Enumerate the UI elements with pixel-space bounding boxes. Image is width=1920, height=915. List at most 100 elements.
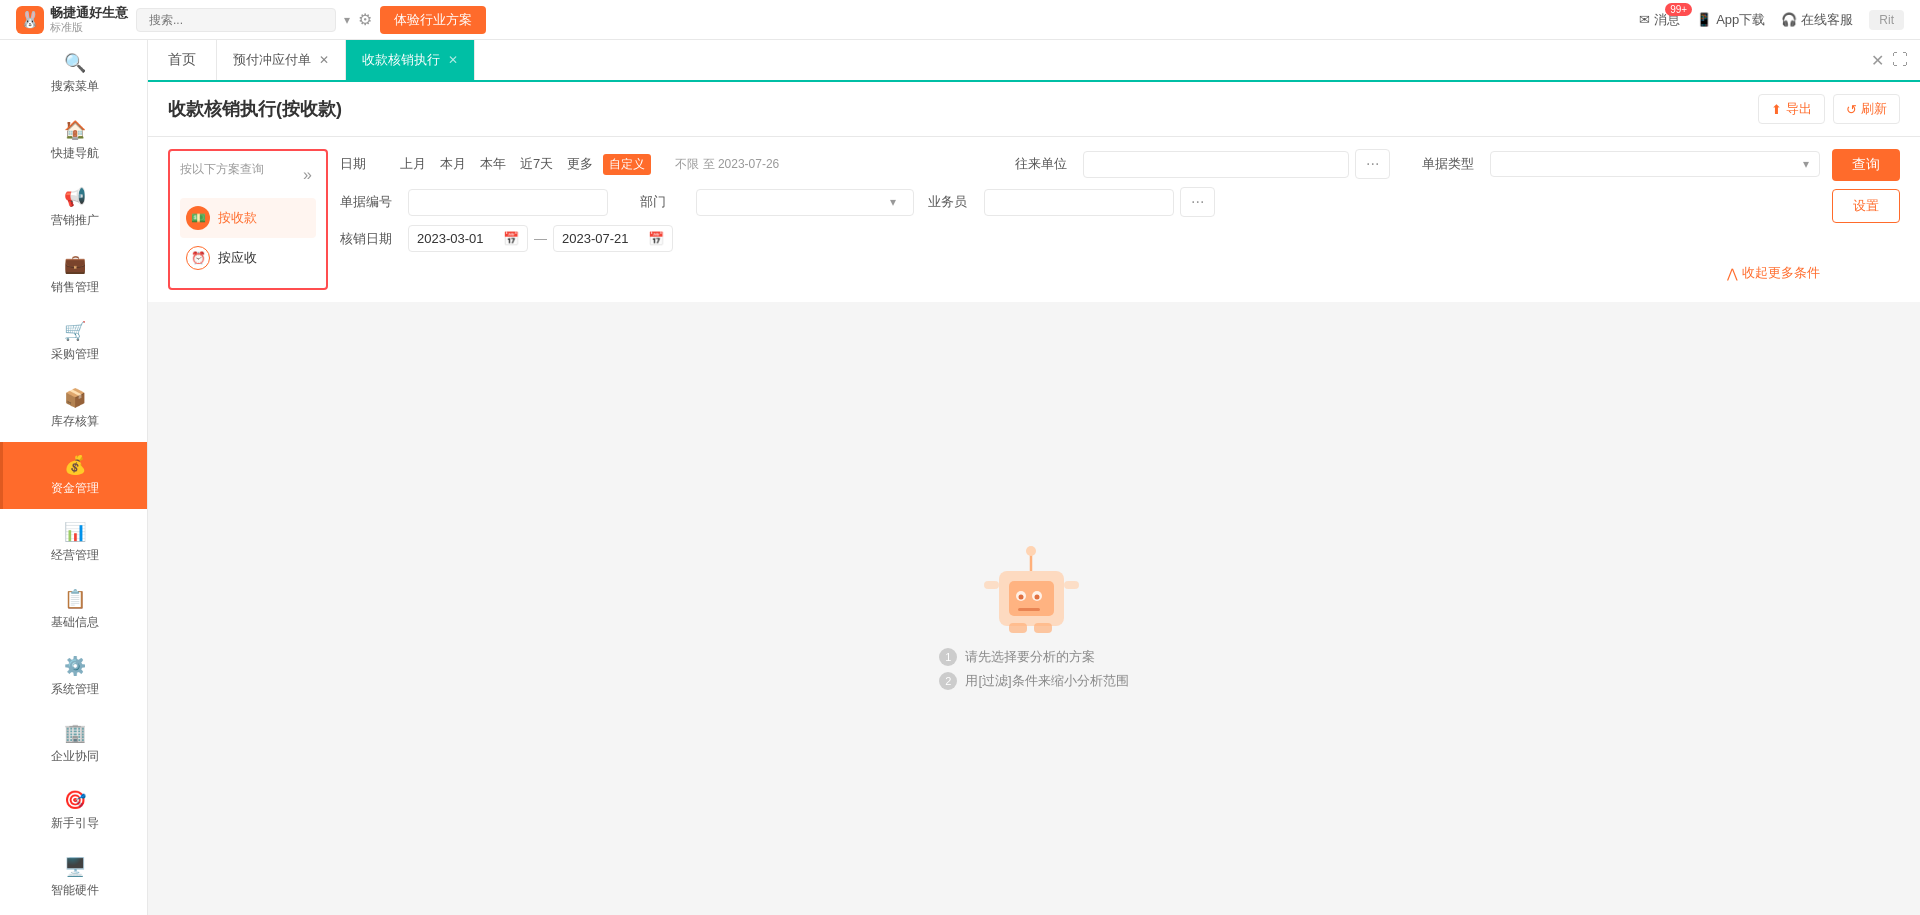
- page-title: 收款核销执行(按收款): [168, 97, 342, 121]
- collapse-more-btn[interactable]: ⋀ 收起更多条件: [340, 260, 1820, 286]
- sidebar-item-marketing[interactable]: 📢 营销推广: [0, 174, 147, 241]
- sidebar-item-inventory[interactable]: 📦 库存核算: [0, 375, 147, 442]
- sidebar-item-system[interactable]: ⚙️ 系统管理: [0, 643, 147, 710]
- user-name-badge[interactable]: Rit: [1869, 10, 1904, 30]
- page-title-row: 收款核销执行(按收款) ⬆ 导出 ↺ 刷新: [168, 94, 1900, 124]
- app-download-label: App下载: [1716, 11, 1765, 29]
- counterpart-ellipsis-btn[interactable]: ···: [1355, 149, 1390, 179]
- online-service-button[interactable]: 🎧 在线客服: [1781, 11, 1853, 29]
- gear-icon[interactable]: ⚙: [358, 10, 372, 29]
- voucher-type-select[interactable]: ▾: [1490, 151, 1820, 177]
- query-button[interactable]: 查询: [1832, 149, 1900, 181]
- tab-receipt-writeoff[interactable]: 收款核销执行 ✕: [346, 40, 475, 80]
- content-area: 首页 预付冲应付单 ✕ 收款核销执行 ✕ ✕ ⛶ 收款核销执行(按收款): [148, 40, 1920, 915]
- search-menu-icon: 🔍: [64, 52, 86, 74]
- filter-section: 按以下方案查询 » 💵 按收款 ⏰ 按应收: [148, 137, 1920, 302]
- sidebar-item-finance[interactable]: 💰 资金管理: [0, 442, 147, 509]
- tab-prepay-close-icon[interactable]: ✕: [319, 53, 329, 67]
- filter-area: 按以下方案查询 » 💵 按收款 ⏰ 按应收: [148, 137, 1920, 302]
- refresh-label: 刷新: [1861, 100, 1887, 118]
- app-subtitle: 标准版: [50, 21, 128, 34]
- online-service-label: 在线客服: [1801, 11, 1853, 29]
- tab-home[interactable]: 首页: [148, 40, 217, 80]
- tip-text-2: 用[过滤]条件来缩小分析范围: [965, 672, 1128, 690]
- refresh-button[interactable]: ↺ 刷新: [1833, 94, 1900, 124]
- counterpart-label: 往来单位: [1015, 155, 1067, 173]
- tip-num-1: 1: [939, 648, 957, 666]
- empty-state: 1 请先选择要分析的方案 2 用[过滤]条件来缩小分析范围: [148, 310, 1920, 915]
- solution-button[interactable]: 体验行业方案: [380, 6, 486, 34]
- staff-input[interactable]: [984, 189, 1174, 216]
- collapse-more-label: 收起更多条件: [1742, 264, 1820, 282]
- query-mode-by-receipt[interactable]: 💵 按收款: [180, 198, 316, 238]
- service-icon: 🎧: [1781, 12, 1797, 27]
- voucher-no-label: 单据编号: [340, 193, 392, 211]
- top-bar-left: 🐰 畅捷通好生意 标准版 ▾ ⚙ 体验行业方案: [16, 5, 1639, 34]
- tab-prepay-reconcile[interactable]: 预付冲应付单 ✕: [217, 40, 346, 80]
- writeoff-start-value: 2023-03-01: [417, 231, 484, 246]
- filter-row-date: 日期 上月 本月 本年 近7天 更多 自定义: [340, 149, 1820, 179]
- query-mode-title: 按以下方案查询: [180, 161, 264, 178]
- sidebar-item-hardware[interactable]: 🖥️ 智能硬件: [0, 844, 147, 911]
- filter-row-writeoff: 核销日期 2023-03-01 📅 — 2023-07-21: [340, 225, 1820, 252]
- quick-nav-icon: 🏠: [64, 119, 86, 141]
- guide-icon: 🎯: [64, 789, 86, 811]
- empty-tip-1: 1 请先选择要分析的方案: [939, 648, 1128, 666]
- writeoff-date-label: 核销日期: [340, 230, 392, 248]
- finance-icon: 💰: [64, 454, 86, 476]
- shortcut-this-year[interactable]: 本年: [476, 153, 510, 175]
- sidebar-item-search-menu[interactable]: 🔍 搜索菜单: [0, 40, 147, 107]
- writeoff-end-value: 2023-07-21: [562, 231, 629, 246]
- sidebar: 🔍 搜索菜单 🏠 快捷导航 📢 营销推广 💼 销售管理 🛒 采购管理 📦 库存核…: [0, 40, 148, 915]
- hardware-icon: 🖥️: [64, 856, 86, 878]
- sidebar-label-purchase: 采购管理: [51, 346, 99, 363]
- sidebar-label-enterprise: 企业协同: [51, 748, 99, 765]
- shortcut-last-7-days[interactable]: 近7天: [516, 153, 557, 175]
- message-icon: ✉: [1639, 12, 1650, 27]
- sidebar-label-basic-info: 基础信息: [51, 614, 99, 631]
- filter-actions-col: 查询 设置: [1832, 149, 1900, 223]
- counterpart-input[interactable]: [1083, 151, 1349, 178]
- writeoff-end-cal-icon[interactable]: 📅: [648, 231, 664, 246]
- close-tab-icon[interactable]: ✕: [1871, 51, 1884, 70]
- sidebar-label-marketing: 营销推广: [51, 212, 99, 229]
- writeoff-end-date[interactable]: 2023-07-21 📅: [553, 225, 673, 252]
- staff-ellipsis-btn[interactable]: ···: [1180, 187, 1215, 217]
- message-badge: 99+: [1665, 3, 1692, 16]
- query-mode-panel: 按以下方案查询 » 💵 按收款 ⏰ 按应收: [168, 149, 328, 290]
- export-icon: ⬆: [1771, 102, 1782, 117]
- collapse-mode-icon[interactable]: »: [299, 166, 316, 184]
- sidebar-item-wechat[interactable]: 💬 企业微信: [0, 911, 147, 915]
- tab-receipt-close-icon[interactable]: ✕: [448, 53, 458, 67]
- writeoff-start-cal-icon[interactable]: 📅: [503, 231, 519, 246]
- writeoff-date-range: 2023-03-01 📅 — 2023-07-21 📅: [408, 225, 673, 252]
- writeoff-start-date[interactable]: 2023-03-01 📅: [408, 225, 528, 252]
- dept-input[interactable]: [696, 189, 914, 216]
- voucher-no-input[interactable]: [408, 189, 608, 216]
- marketing-icon: 📢: [64, 186, 86, 208]
- sidebar-item-quick-nav[interactable]: 🏠 快捷导航: [0, 107, 147, 174]
- purchase-icon: 🛒: [64, 320, 86, 342]
- sidebar-item-basic-info[interactable]: 📋 基础信息: [0, 576, 147, 643]
- logo-icon: 🐰: [16, 6, 44, 34]
- expand-tab-icon[interactable]: ⛶: [1892, 51, 1908, 69]
- search-dropdown-icon[interactable]: ▾: [344, 13, 350, 27]
- enterprise-icon: 🏢: [64, 722, 86, 744]
- empty-illustration-svg: [974, 536, 1094, 636]
- top-search-input[interactable]: [136, 8, 336, 32]
- sidebar-item-sales[interactable]: 💼 销售管理: [0, 241, 147, 308]
- query-mode-by-receivable[interactable]: ⏰ 按应收: [180, 238, 316, 278]
- sidebar-item-purchase[interactable]: 🛒 采购管理: [0, 308, 147, 375]
- sidebar-item-operations[interactable]: 📊 经营管理: [0, 509, 147, 576]
- app-download-button[interactable]: 📱 App下载: [1696, 11, 1765, 29]
- shortcut-this-month[interactable]: 本月: [436, 153, 470, 175]
- receipt-mode-label: 按收款: [218, 209, 257, 227]
- message-button[interactable]: ✉ 消息 99+: [1639, 11, 1680, 29]
- sidebar-item-enterprise[interactable]: 🏢 企业协同: [0, 710, 147, 777]
- export-button[interactable]: ⬆ 导出: [1758, 94, 1825, 124]
- shortcut-custom[interactable]: 自定义: [603, 154, 651, 175]
- shortcut-last-month[interactable]: 上月: [396, 153, 430, 175]
- sidebar-item-guide[interactable]: 🎯 新手引导: [0, 777, 147, 844]
- shortcut-more[interactable]: 更多: [563, 153, 597, 175]
- setting-button[interactable]: 设置: [1832, 189, 1900, 223]
